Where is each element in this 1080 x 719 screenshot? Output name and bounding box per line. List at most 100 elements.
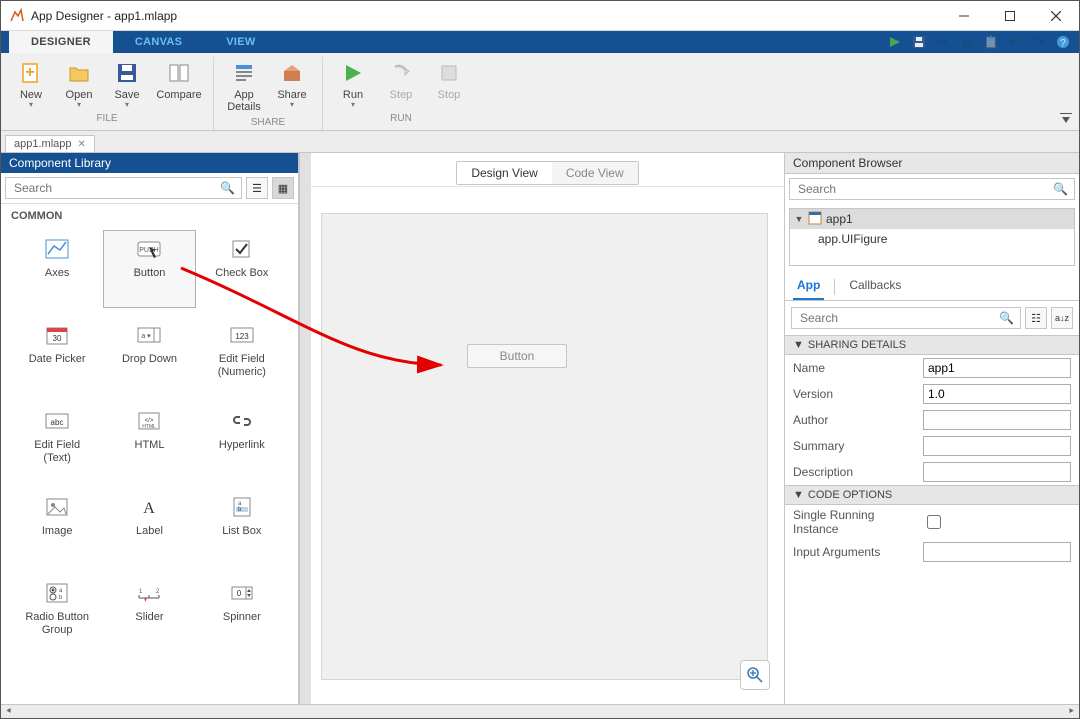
component-search-input[interactable]: 🔍: [5, 177, 242, 199]
app-details-icon: [232, 61, 256, 85]
complib-scrollbar[interactable]: [299, 153, 311, 704]
close-button[interactable]: [1033, 1, 1079, 31]
code-view-button[interactable]: Code View: [552, 162, 638, 184]
app-details-button[interactable]: App Details: [220, 57, 268, 115]
component-item[interactable]: 0Spinner: [196, 574, 288, 652]
component-item[interactable]: Check Box: [196, 230, 288, 308]
scroll-left-icon[interactable]: ⯇: [5, 706, 12, 717]
date-picker-icon: 30: [43, 323, 71, 347]
component-item-label: Edit Field (Text): [34, 439, 80, 465]
scroll-right-icon[interactable]: ⯈: [1068, 706, 1075, 717]
axes-icon: [43, 237, 71, 261]
callbacks-tab[interactable]: Callbacks: [845, 274, 905, 300]
component-category-label: COMMON: [1, 204, 298, 226]
collapse-icon[interactable]: ▼: [794, 214, 804, 224]
input-args-field[interactable]: [923, 542, 1071, 562]
inspector-tabs: App Callbacks: [785, 270, 1079, 301]
canvas-view-toggle: Design View Code View: [311, 153, 784, 187]
spinner-icon: 0: [228, 581, 256, 605]
button-icon: PUSH: [135, 237, 163, 261]
prop-single-instance-row: Single Running Instance: [785, 505, 1079, 539]
help-qat-icon[interactable]: ?: [1055, 34, 1071, 50]
open-button[interactable]: Open: [55, 57, 103, 111]
component-item[interactable]: </>HTMLHTML: [103, 402, 195, 480]
run-icon: [341, 61, 365, 85]
paste-qat-icon[interactable]: 📋: [983, 34, 999, 50]
component-item[interactable]: Hyperlink: [196, 402, 288, 480]
save-button[interactable]: Save: [103, 57, 151, 111]
run-group: Run Step Stop RUN: [323, 57, 479, 130]
maximize-button[interactable]: [987, 1, 1033, 31]
name-field[interactable]: [923, 358, 1071, 378]
slider-icon: 12: [135, 581, 163, 605]
svg-text:1: 1: [139, 589, 143, 595]
share-button[interactable]: Share: [268, 57, 316, 115]
tab-canvas[interactable]: CANVAS: [113, 31, 204, 53]
undo-qat-icon[interactable]: ↶: [1007, 34, 1023, 50]
file-group: + New Open Save Compare FILE: [1, 57, 214, 130]
hyperlink-icon: [228, 409, 256, 433]
sharing-details-header[interactable]: ▼ SHARING DETAILS: [785, 335, 1079, 355]
zoom-fit-button[interactable]: [740, 660, 770, 690]
version-field[interactable]: [923, 384, 1071, 404]
component-item[interactable]: abcEdit Field (Text): [11, 402, 103, 480]
single-instance-checkbox[interactable]: [927, 515, 941, 529]
svg-text:2: 2: [156, 589, 160, 595]
component-item[interactable]: ALabel: [103, 488, 195, 566]
component-item[interactable]: Axes: [11, 230, 103, 308]
component-item-label: Drop Down: [122, 353, 177, 366]
file-group-label: FILE: [7, 111, 207, 126]
new-icon: +: [19, 61, 43, 85]
close-icon[interactable]: ✕: [78, 139, 86, 150]
component-item-label: Button: [134, 267, 166, 280]
component-item[interactable]: 12Slider: [103, 574, 195, 652]
tab-designer[interactable]: DESIGNER: [9, 31, 113, 53]
uifigure-canvas[interactable]: Button: [321, 213, 768, 680]
component-browser-header: Component Browser: [785, 153, 1079, 174]
list-box-icon: ab: [228, 495, 256, 519]
browser-search-input[interactable]: 🔍: [789, 178, 1075, 200]
canvas-panel: Design View Code View Button: [311, 153, 785, 704]
component-tree[interactable]: ▼ app1 app.UIFigure: [789, 208, 1075, 266]
author-field[interactable]: [923, 410, 1071, 430]
cut-qat-icon[interactable]: ✂: [935, 34, 951, 50]
sort-button[interactable]: a↓z: [1051, 307, 1073, 329]
document-tab[interactable]: app1.mlapp ✕: [5, 135, 95, 152]
component-item[interactable]: PUSH Button: [103, 230, 195, 308]
canvas-button-component[interactable]: Button: [467, 344, 567, 368]
horizontal-scrollbar[interactable]: ⯇ ⯈: [1, 704, 1079, 718]
minimize-button[interactable]: [941, 1, 987, 31]
component-library-panel: Component Library 🔍 ☰ ▦ COMMON AxesPUSHB…: [1, 153, 299, 704]
app-tab[interactable]: App: [793, 274, 824, 300]
property-search-input[interactable]: 🔍: [791, 307, 1021, 329]
run-button[interactable]: Run: [329, 57, 377, 111]
redo-qat-icon[interactable]: ↷: [1031, 34, 1047, 50]
component-item[interactable]: 30Date Picker: [11, 316, 103, 394]
svg-text:PUSH: PUSH: [140, 247, 159, 254]
list-view-button[interactable]: ☰: [246, 177, 268, 199]
description-field[interactable]: [923, 462, 1071, 482]
title-bar: App Designer - app1.mlapp: [1, 1, 1079, 31]
run-qat-icon[interactable]: [887, 34, 903, 50]
new-button[interactable]: + New: [7, 57, 55, 111]
svg-text:30: 30: [53, 334, 62, 343]
component-item-label: HTML: [135, 439, 165, 452]
component-item[interactable]: 123Edit Field (Numeric): [196, 316, 288, 394]
categorize-button[interactable]: ☷: [1025, 307, 1047, 329]
grid-view-button[interactable]: ▦: [272, 177, 294, 199]
component-item[interactable]: abList Box: [196, 488, 288, 566]
code-options-header[interactable]: ▼ CODE OPTIONS: [785, 485, 1079, 505]
tree-root-node[interactable]: ▼ app1: [790, 209, 1074, 229]
tab-view[interactable]: VIEW: [204, 31, 277, 53]
image-icon: [43, 495, 71, 519]
copy-qat-icon[interactable]: ⧉: [959, 34, 975, 50]
component-item[interactable]: Image: [11, 488, 103, 566]
component-item[interactable]: a ▾Drop Down: [103, 316, 195, 394]
component-item[interactable]: abRadio Button Group: [11, 574, 103, 652]
save-qat-icon[interactable]: [911, 34, 927, 50]
toolstrip-collapse-icon[interactable]: [1059, 112, 1073, 126]
compare-button[interactable]: Compare: [151, 57, 207, 111]
design-view-button[interactable]: Design View: [457, 162, 551, 184]
summary-field[interactable]: [923, 436, 1071, 456]
tree-child-node[interactable]: app.UIFigure: [790, 229, 1074, 249]
